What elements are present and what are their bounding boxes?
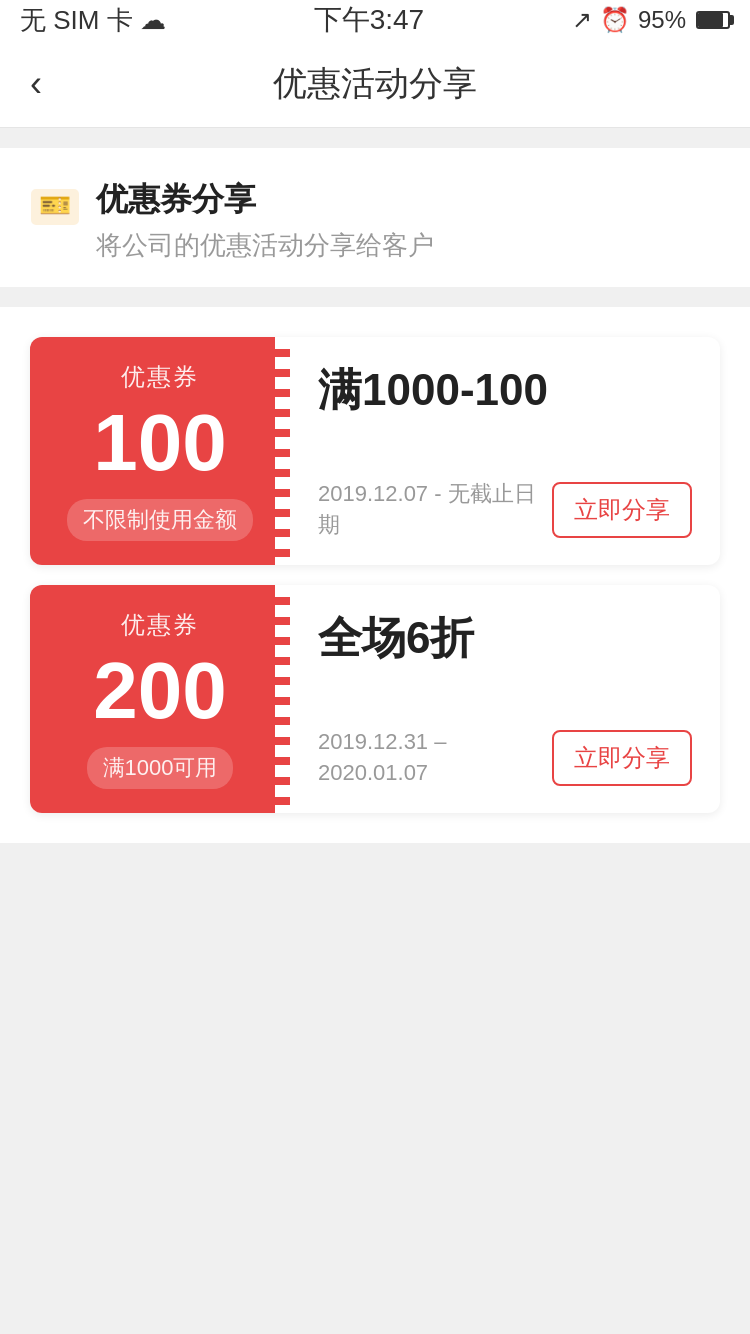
bottom-area — [0, 843, 750, 1334]
coupon-label-1: 优惠券 — [121, 361, 199, 393]
coupon-right-2: 全场6折 2019.12.31 – 2020.01.07 立即分享 — [290, 585, 720, 813]
section-subtitle: 将公司的优惠活动分享给客户 — [96, 228, 434, 263]
coupon-amount-2: 200 — [93, 651, 226, 731]
section-header: 🎫 优惠券分享 将公司的优惠活动分享给客户 — [0, 148, 750, 287]
coupon-card-2: 优惠券 200 满1000可用 全场6折 2019.12.31 – 2020.0… — [30, 585, 720, 813]
coupon-title-1: 满1000-100 — [318, 361, 692, 420]
coupon-left-1: 优惠券 100 不限制使用金额 — [30, 337, 290, 565]
battery-label: 95% — [638, 6, 686, 34]
coupon-title-2: 全场6折 — [318, 609, 692, 668]
coupon-card-1: 优惠券 100 不限制使用金额 满1000-100 2019.12.07 - 无… — [30, 337, 720, 565]
share-button-1[interactable]: 立即分享 — [552, 482, 692, 538]
battery-icon — [696, 11, 730, 29]
back-button[interactable]: ‹ — [30, 63, 42, 105]
coupon-icon: 🎫 — [30, 182, 80, 232]
coupon-list: 优惠券 100 不限制使用金额 满1000-100 2019.12.07 - 无… — [0, 307, 750, 843]
coupon-label-2: 优惠券 — [121, 609, 199, 641]
status-right: ↗ ⏰ 95% — [572, 6, 730, 34]
coupon-amount-1: 100 — [93, 403, 226, 483]
alarm-icon: ⏰ — [600, 6, 630, 34]
location-icon: ↗ — [572, 6, 592, 34]
coupon-date-1: 2019.12.07 - 无截止日期 — [318, 479, 542, 541]
page-title: 优惠活动分享 — [273, 61, 477, 107]
status-time: 下午3:47 — [314, 1, 425, 39]
coupon-condition-1: 不限制使用金额 — [67, 499, 253, 541]
nav-bar: ‹ 优惠活动分享 — [0, 40, 750, 128]
sim-label: 无 SIM 卡 ☁ — [20, 3, 166, 38]
coupon-left-2: 优惠券 200 满1000可用 — [30, 585, 290, 813]
section-title: 优惠券分享 — [96, 178, 434, 222]
svg-text:🎫: 🎫 — [39, 189, 72, 221]
coupon-right-1: 满1000-100 2019.12.07 - 无截止日期 立即分享 — [290, 337, 720, 565]
share-button-2[interactable]: 立即分享 — [552, 730, 692, 786]
status-bar: 无 SIM 卡 ☁ 下午3:47 ↗ ⏰ 95% — [0, 0, 750, 40]
status-left: 无 SIM 卡 ☁ — [20, 3, 166, 38]
coupon-footer-1: 2019.12.07 - 无截止日期 立即分享 — [318, 479, 692, 541]
section-text: 优惠券分享 将公司的优惠活动分享给客户 — [96, 178, 434, 263]
coupon-footer-2: 2019.12.31 – 2020.01.07 立即分享 — [318, 727, 692, 789]
coupon-date-2: 2019.12.31 – 2020.01.07 — [318, 727, 542, 789]
coupon-condition-2: 满1000可用 — [87, 747, 234, 789]
